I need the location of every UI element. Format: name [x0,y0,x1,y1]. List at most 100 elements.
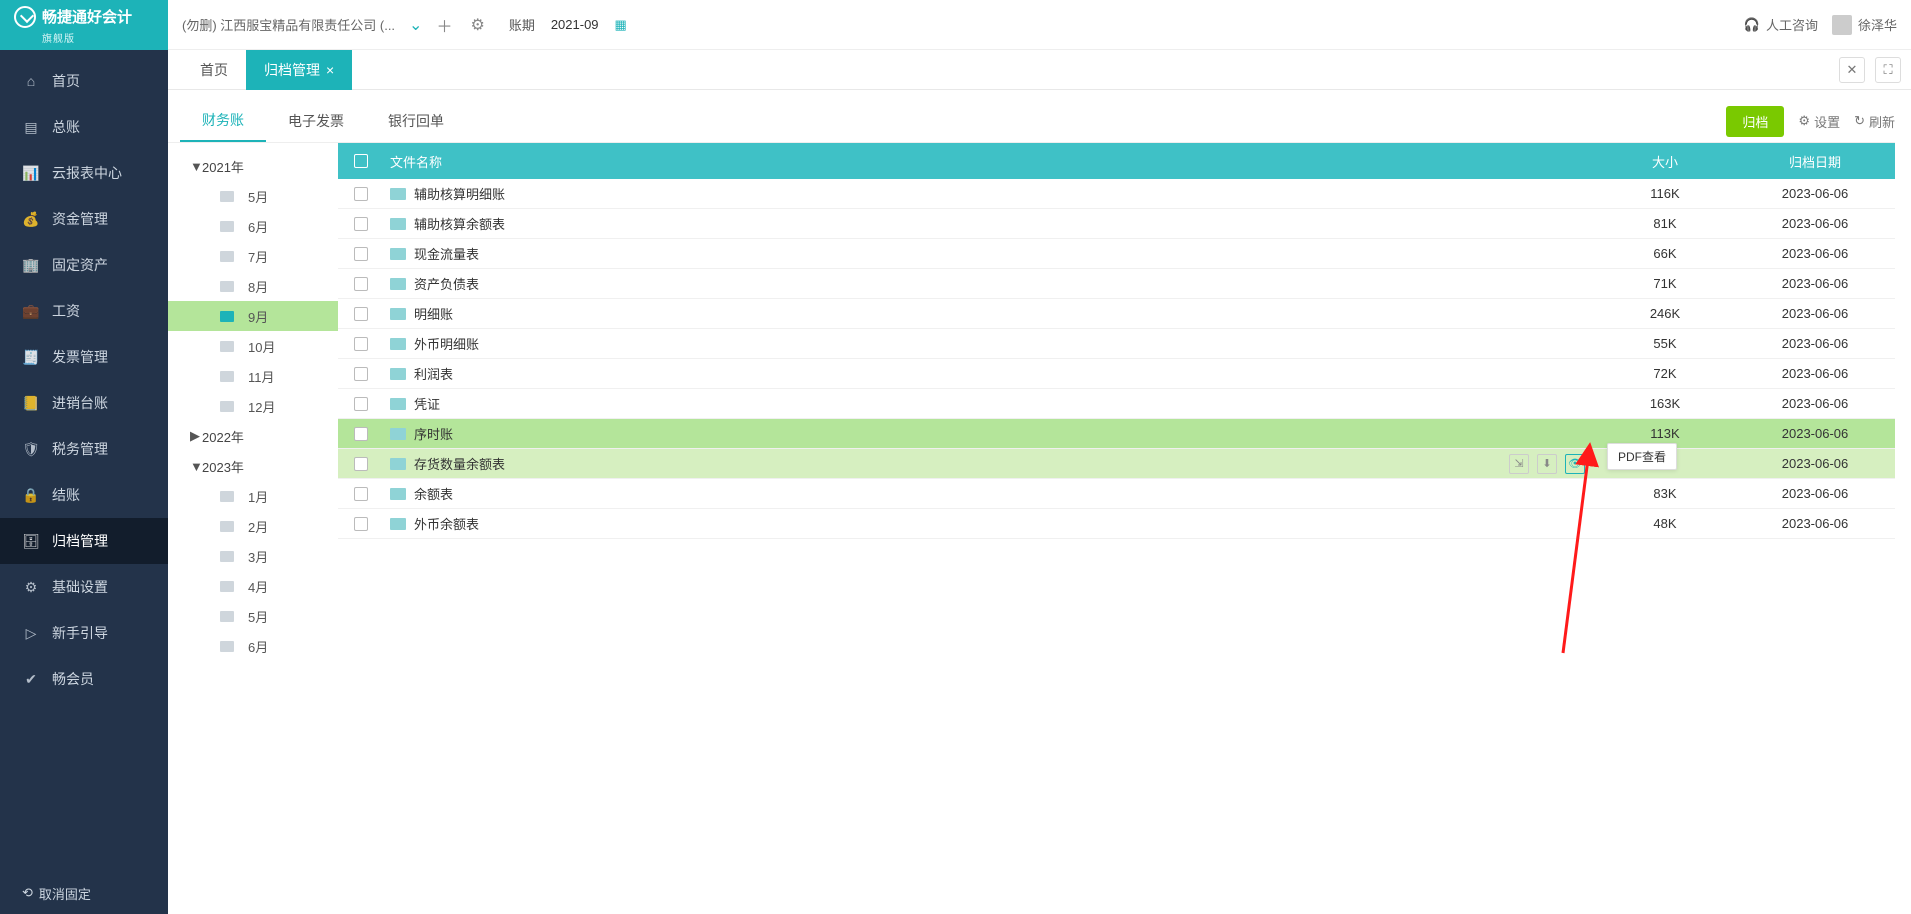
nav-item-13[interactable]: ✔畅会员 [0,656,168,702]
user-menu[interactable]: 徐泽华 [1832,15,1897,35]
row-checkbox[interactable] [354,337,368,351]
tree-month[interactable]: 5月 [168,601,338,631]
fullscreen-toggle[interactable]: ⛶ [1875,57,1901,83]
nav-item-3[interactable]: 💰资金管理 [0,196,168,242]
pdf-view-icon[interactable]: 👁 [1565,454,1585,474]
calendar-icon[interactable]: ▦ [615,17,627,33]
nav-icon: 🧾 [22,348,40,366]
tree-month[interactable]: 8月 [168,271,338,301]
row-checkbox[interactable] [354,517,368,531]
nav-item-0[interactable]: ⌂首页 [0,58,168,104]
table-row[interactable]: 凭证163K2023-06-06 [338,389,1895,419]
settings-label: 设置 [1814,112,1840,131]
nav-item-5[interactable]: 💼工资 [0,288,168,334]
tree-month[interactable]: 6月 [168,211,338,241]
refresh-link[interactable]: ↻刷新 [1854,112,1895,131]
period-label: 账期 [509,15,535,34]
subtab-finance[interactable]: 财务账 [180,100,266,142]
row-checkbox[interactable] [354,487,368,501]
nav-icon: 🔒 [22,486,40,504]
file-size: 72K [1595,366,1735,381]
nav-item-12[interactable]: ▷新手引导 [0,610,168,656]
download-icon[interactable]: ⬇ [1537,454,1557,474]
company-settings-icon[interactable]: ⚙ [466,15,488,35]
tab-home[interactable]: 首页 [182,50,246,90]
nav-icon: ▤ [22,118,40,136]
table-row[interactable]: 外币明细账55K2023-06-06 [338,329,1895,359]
folder-icon [220,281,234,292]
tree-month[interactable]: 9月 [168,301,338,331]
nav-item-4[interactable]: 🏢固定资产 [0,242,168,288]
consult-link[interactable]: 🎧 人工咨询 [1744,15,1818,34]
nav-item-6[interactable]: 🧾 发票管理 [0,334,168,380]
file-size: 163K [1595,396,1735,411]
tab-archive[interactable]: 归档管理 × [246,50,352,90]
nav-item-2[interactable]: 📊云报表中心 [0,150,168,196]
table-row[interactable]: 现金流量表66K2023-06-06 [338,239,1895,269]
unpin-sidebar[interactable]: ⟲ 取消固定 [0,872,168,914]
refresh-icon: ↻ [1854,113,1865,129]
settings-link[interactable]: ⚙设置 [1798,112,1840,131]
col-size-header: 大小 [1595,152,1735,171]
archive-date: 2023-06-06 [1735,276,1895,291]
company-selector[interactable]: (勿删) 江西服宝精品有限责任公司 (... [182,15,395,34]
tree-month[interactable]: 7月 [168,241,338,271]
row-checkbox[interactable] [354,187,368,201]
nav-item-8[interactable]: 🛡税务管理 [0,426,168,472]
row-checkbox[interactable] [354,367,368,381]
subtab-einvoice[interactable]: 电子发票 [266,101,366,141]
file-size: 66K [1595,246,1735,261]
nav-label: 归档管理 [52,531,108,551]
table-row[interactable]: 外币余额表48K2023-06-06 [338,509,1895,539]
archive-date: 2023-06-06 [1735,306,1895,321]
tree-month[interactable]: 11月 [168,361,338,391]
consult-label: 人工咨询 [1766,15,1818,34]
nav-icon: 🗄 [22,532,40,550]
nav-item-11[interactable]: ⚙基础设置 [0,564,168,610]
nav-item-1[interactable]: ▤总账 [0,104,168,150]
tree-month[interactable]: 12月 [168,391,338,421]
archive-date: 2023-06-06 [1735,216,1895,231]
row-checkbox[interactable] [354,247,368,261]
folder-icon [220,311,234,322]
row-checkbox[interactable] [354,217,368,231]
row-checkbox[interactable] [354,307,368,321]
nav-label: 发票管理 [52,347,108,367]
nav-item-7[interactable]: 📒进销台账 [0,380,168,426]
table-row[interactable]: 利润表72K2023-06-06 [338,359,1895,389]
nav-icon: ✔ [22,670,40,688]
tree-month[interactable]: 1月 [168,481,338,511]
export-icon[interactable]: ⇲ [1509,454,1529,474]
table-row[interactable]: 辅助核算明细账116K2023-06-06 [338,179,1895,209]
tree-year[interactable]: ▶ 2022年 [168,421,338,451]
table-row[interactable]: 资产负债表71K2023-06-06 [338,269,1895,299]
add-button[interactable]: ＋ [432,13,456,37]
select-all-checkbox[interactable] [354,154,368,168]
file-name: 明细账 [414,304,453,323]
tree-month[interactable]: 3月 [168,541,338,571]
subtab-bank[interactable]: 银行回单 [366,101,466,141]
tree-month[interactable]: 6月 [168,631,338,661]
tree-year[interactable]: ▼ 2021年 [168,151,338,181]
folder-icon [390,488,406,500]
tree-month[interactable]: 4月 [168,571,338,601]
row-checkbox[interactable] [354,457,368,471]
table-row[interactable]: 辅助核算余额表81K2023-06-06 [338,209,1895,239]
tab-close-icon[interactable]: × [326,62,334,78]
row-checkbox[interactable] [354,397,368,411]
chevron-down-icon[interactable]: ⌄ [409,15,422,35]
tree-month[interactable]: 10月 [168,331,338,361]
period-value[interactable]: 2021-09 [551,17,599,32]
nav-item-10[interactable]: 🗄 归档管理 [0,518,168,564]
close-all-tabs[interactable]: ✕ [1839,57,1865,83]
archive-button[interactable]: 归档 [1726,106,1784,137]
tree-year[interactable]: ▼ 2023年 [168,451,338,481]
row-checkbox[interactable] [354,427,368,441]
table-row[interactable]: 余额表83K2023-06-06 [338,479,1895,509]
nav-item-9[interactable]: 🔒结账 [0,472,168,518]
archive-date: 2023-06-06 [1735,186,1895,201]
tree-month[interactable]: 5月 [168,181,338,211]
table-row[interactable]: 明细账246K2023-06-06 [338,299,1895,329]
row-checkbox[interactable] [354,277,368,291]
tree-month[interactable]: 2月 [168,511,338,541]
